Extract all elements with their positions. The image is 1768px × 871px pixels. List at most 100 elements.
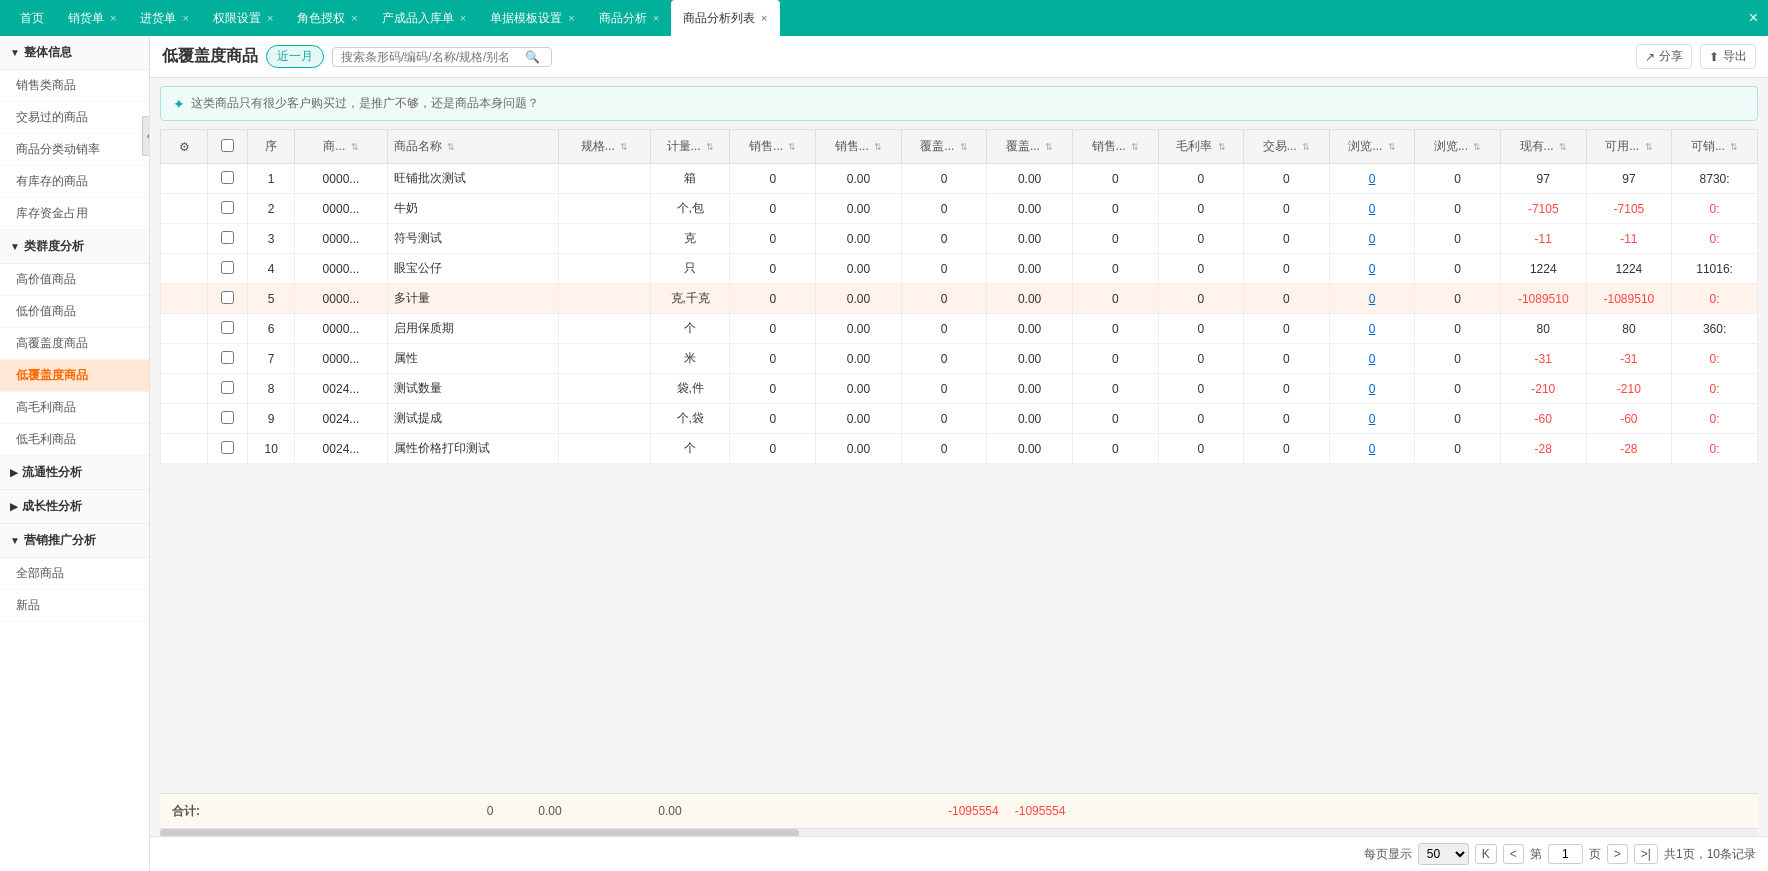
sidebar-section-growth[interactable]: ▶ 成长性分析	[0, 490, 149, 524]
cell-browse1[interactable]: 0	[1329, 434, 1415, 464]
cell-check[interactable]	[208, 284, 248, 314]
sidebar-item-low-coverage[interactable]: 低覆盖度商品	[0, 360, 149, 392]
th-sales1[interactable]: 销售... ⇅	[730, 130, 816, 164]
th-sellable[interactable]: 可销... ⇅	[1672, 130, 1758, 164]
sidebar-item-high-coverage[interactable]: 高覆盖度商品	[0, 328, 149, 360]
cell-browse1[interactable]: 0	[1329, 344, 1415, 374]
row-checkbox[interactable]	[221, 201, 234, 214]
cell-spec	[558, 314, 650, 344]
th-browse1[interactable]: 浏览... ⇅	[1329, 130, 1415, 164]
cell-check[interactable]	[208, 344, 248, 374]
page-size-select[interactable]: 50 20 100	[1418, 843, 1469, 865]
page-number-input[interactable]	[1548, 844, 1583, 864]
close-icon[interactable]: ×	[460, 12, 466, 24]
nav-product-analysis[interactable]: 商品分析 ×	[587, 0, 671, 36]
cell-check[interactable]	[208, 314, 248, 344]
th-checkbox[interactable]	[208, 130, 248, 164]
nav-home[interactable]: 首页	[8, 0, 56, 36]
sidebar-item-sales-goods[interactable]: 销售类商品	[0, 70, 149, 102]
th-available[interactable]: 可用... ⇅	[1586, 130, 1672, 164]
select-all-checkbox[interactable]	[221, 139, 234, 152]
row-checkbox[interactable]	[221, 261, 234, 274]
th-browse2[interactable]: 浏览... ⇅	[1415, 130, 1501, 164]
search-input[interactable]	[341, 50, 521, 64]
close-icon[interactable]: ×	[110, 12, 116, 24]
row-checkbox[interactable]	[221, 321, 234, 334]
th-spec[interactable]: 规格... ⇅	[558, 130, 650, 164]
row-checkbox[interactable]	[221, 171, 234, 184]
th-code[interactable]: 商... ⇅	[295, 130, 387, 164]
sidebar-section-overall[interactable]: ▼ 整体信息	[0, 36, 149, 70]
row-checkbox[interactable]	[221, 381, 234, 394]
sidebar-item-traded-goods[interactable]: 交易过的商品	[0, 102, 149, 134]
nav-product-inbound[interactable]: 产成品入库单 ×	[370, 0, 478, 36]
last-page-button[interactable]: >|	[1634, 844, 1658, 864]
close-icon[interactable]: ×	[761, 12, 767, 24]
close-icon[interactable]: ×	[182, 12, 188, 24]
sidebar-section-marketing[interactable]: ▼ 营销推广分析	[0, 524, 149, 558]
sidebar-item-low-value[interactable]: 低价值商品	[0, 296, 149, 328]
row-checkbox[interactable]	[221, 351, 234, 364]
sidebar-item-new-goods[interactable]: 新品	[0, 590, 149, 622]
sidebar-item-category-sales-rate[interactable]: 商品分类动销率	[0, 134, 149, 166]
cell-browse1[interactable]: 0	[1329, 374, 1415, 404]
sidebar-item-high-value[interactable]: 高价值商品	[0, 264, 149, 296]
nav-template-settings[interactable]: 单据模板设置 ×	[478, 0, 586, 36]
th-current[interactable]: 现有... ⇅	[1500, 130, 1586, 164]
settings-icon[interactable]: ⚙	[179, 140, 190, 154]
cell-check[interactable]	[208, 374, 248, 404]
th-unit[interactable]: 计量... ⇅	[651, 130, 730, 164]
nav-permissions[interactable]: 权限设置 ×	[201, 0, 285, 36]
cell-browse1[interactable]: 0	[1329, 284, 1415, 314]
row-checkbox[interactable]	[221, 411, 234, 424]
sidebar-section-liquidity[interactable]: ▶ 流通性分析	[0, 456, 149, 490]
row-checkbox[interactable]	[221, 291, 234, 304]
th-cover2[interactable]: 覆盖... ⇅	[987, 130, 1073, 164]
close-all-tabs-icon[interactable]: ×	[1749, 9, 1758, 27]
th-sales3[interactable]: 销售... ⇅	[1072, 130, 1158, 164]
prev-page-button[interactable]: <	[1503, 844, 1524, 864]
cell-browse1[interactable]: 0	[1329, 224, 1415, 254]
cell-browse1[interactable]: 0	[1329, 254, 1415, 284]
close-icon[interactable]: ×	[267, 12, 273, 24]
close-icon[interactable]: ×	[568, 12, 574, 24]
cell-browse1[interactable]: 0	[1329, 404, 1415, 434]
th-trade[interactable]: 交易... ⇅	[1244, 130, 1330, 164]
share-button[interactable]: ↗ 分享	[1636, 44, 1692, 69]
cell-browse1[interactable]: 0	[1329, 164, 1415, 194]
next-page-button[interactable]: >	[1607, 844, 1628, 864]
cell-browse1[interactable]: 0	[1329, 194, 1415, 224]
cell-check[interactable]	[208, 194, 248, 224]
close-icon[interactable]: ×	[351, 12, 357, 24]
cell-check[interactable]	[208, 404, 248, 434]
th-sales2[interactable]: 销售... ⇅	[816, 130, 902, 164]
sidebar-item-inventory-capital[interactable]: 库存资金占用	[0, 198, 149, 230]
row-checkbox[interactable]	[221, 441, 234, 454]
sidebar-section-group-analysis[interactable]: ▼ 类群度分析	[0, 230, 149, 264]
th-gross-margin[interactable]: 毛利率 ⇅	[1158, 130, 1244, 164]
sidebar-item-high-margin[interactable]: 高毛利商品	[0, 392, 149, 424]
time-filter-button[interactable]: 近一月	[266, 45, 324, 68]
th-settings[interactable]: ⚙	[161, 130, 208, 164]
sidebar-item-stocked-goods[interactable]: 有库存的商品	[0, 166, 149, 198]
th-cover1[interactable]: 覆盖... ⇅	[901, 130, 987, 164]
nav-product-analysis-list[interactable]: 商品分析列表 ×	[671, 0, 779, 36]
th-name[interactable]: 商品名称 ⇅	[387, 130, 558, 164]
cell-check[interactable]	[208, 164, 248, 194]
sidebar-collapse-button[interactable]: «	[142, 116, 150, 156]
nav-sales-order[interactable]: 销货单 ×	[56, 0, 128, 36]
first-page-button[interactable]: K	[1475, 844, 1497, 864]
search-icon[interactable]: 🔍	[525, 50, 540, 64]
sidebar-item-low-margin[interactable]: 低毛利商品	[0, 424, 149, 456]
cell-browse1[interactable]: 0	[1329, 314, 1415, 344]
nav-role-auth[interactable]: 角色授权 ×	[285, 0, 369, 36]
export-button[interactable]: ⬆ 导出	[1700, 44, 1756, 69]
cell-check[interactable]	[208, 254, 248, 284]
cell-check[interactable]	[208, 224, 248, 254]
sidebar-item-all-goods[interactable]: 全部商品	[0, 558, 149, 590]
data-table-container[interactable]: ⚙ 序 商... ⇅ 商品名称 ⇅ 规格... ⇅ 计量... ⇅ 销售... …	[160, 129, 1758, 793]
nav-purchase-order[interactable]: 进货单 ×	[128, 0, 200, 36]
cell-check[interactable]	[208, 434, 248, 464]
close-icon[interactable]: ×	[653, 12, 659, 24]
row-checkbox[interactable]	[221, 231, 234, 244]
